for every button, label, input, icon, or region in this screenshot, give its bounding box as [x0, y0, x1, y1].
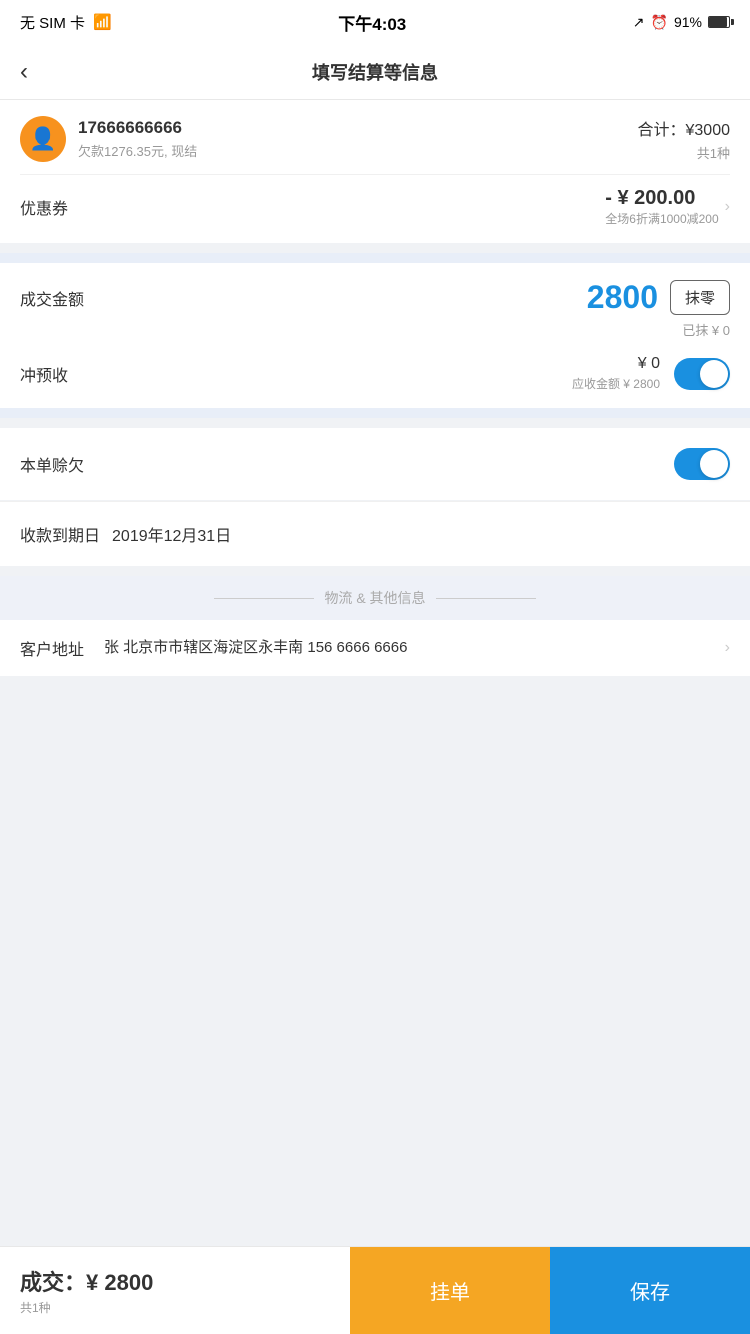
coupon-row[interactable]: 优惠券 - ¥ 200.00 全场6折满1000减200 ›: [20, 187, 730, 227]
debt-label: 本单赊欠: [20, 452, 84, 476]
amount-row: 成交金额 2800 抹零: [20, 279, 730, 316]
amount-right: 2800 抹零: [587, 279, 730, 316]
prereceive-toggle[interactable]: [674, 358, 730, 390]
battery-icon: [708, 16, 730, 28]
prereceive-row: 冲预收 ¥ 0 应收金额 ¥ 2800: [20, 355, 730, 392]
blue-separator: [0, 253, 750, 263]
bottom-bar: 成交：¥ 2800 共1种 挂单 保存: [0, 1246, 750, 1334]
customer-details: 17666666666 欠款1276.35元, 现结: [78, 118, 197, 160]
bottom-total-row: 成交：¥ 2800: [20, 1265, 330, 1297]
customer-total: 合计：¥3000 共1种: [638, 116, 731, 162]
customer-section: 👤 17666666666 欠款1276.35元, 现结 合计：¥3000 共1…: [0, 100, 750, 243]
amount-value: 2800: [587, 279, 658, 316]
logistics-text: 物流 & 其他信息: [214, 588, 535, 608]
alarm-icon: ⏰: [651, 14, 668, 31]
address-value: 张 北京市市辖区海淀区永丰南 156 6666 6666: [104, 637, 725, 660]
right-line: [436, 598, 536, 599]
debt-toggle-knob: [700, 450, 728, 478]
prereceive-amount: ¥ 0: [572, 355, 660, 373]
customer-sub: 欠款1276.35元, 现结: [78, 141, 197, 160]
bottom-total-label: 成交：: [20, 1270, 86, 1295]
prereceive-label: 冲预收: [20, 362, 68, 386]
page-title: 填写结算等信息: [312, 59, 438, 85]
prereceive-right: ¥ 0 应收金额 ¥ 2800: [572, 355, 730, 392]
coupon-desc: 全场6折满1000减200: [605, 210, 718, 227]
amount-section: 成交金额 2800 抹零 已抹 ¥ 0 冲预收 ¥ 0 应收金额 ¥ 2800: [0, 263, 750, 408]
content: 👤 17666666666 欠款1276.35元, 现结 合计：¥3000 共1…: [0, 100, 750, 896]
debt-section: 本单赊欠: [0, 428, 750, 500]
prereceive-values: ¥ 0 应收金额 ¥ 2800: [572, 355, 660, 392]
address-section[interactable]: 客户地址 张 北京市市辖区海淀区永丰南 156 6666 6666 ›: [0, 620, 750, 676]
hang-button[interactable]: 挂单: [350, 1247, 550, 1334]
status-right: ↗ ⏰ 91%: [633, 14, 730, 31]
avatar-icon: 👤: [29, 126, 56, 152]
customer-phone: 17666666666: [78, 118, 197, 138]
gray-bottom: [0, 676, 750, 796]
logistics-separator: 物流 & 其他信息: [0, 576, 750, 620]
coupon-values: - ¥ 200.00 全场6折满1000减200: [605, 187, 718, 227]
save-button[interactable]: 保存: [550, 1247, 750, 1334]
due-label: 收款到期日: [20, 522, 100, 546]
round-button[interactable]: 抹零: [670, 280, 730, 315]
amount-label: 成交金额: [20, 286, 84, 310]
wifi-icon: 📶: [93, 13, 112, 31]
status-bar: 无 SIM 卡 📶 下午4:03 ↗ ⏰ 91%: [0, 0, 750, 44]
battery-text: 91%: [674, 14, 702, 30]
logistics-label: 物流 & 其他信息: [324, 588, 425, 608]
location-icon: ↗: [633, 14, 645, 31]
due-value: 2019年12月31日: [112, 522, 231, 546]
customer-info: 👤 17666666666 欠款1276.35元, 现结: [20, 116, 197, 162]
blue-separator-2: [0, 408, 750, 418]
coupon-right: - ¥ 200.00 全场6折满1000减200 ›: [605, 187, 730, 227]
debt-toggle[interactable]: [674, 448, 730, 480]
left-line: [214, 598, 314, 599]
no-sim-text: 无 SIM 卡: [20, 12, 85, 33]
due-date-section: 收款到期日 2019年12月31日: [0, 501, 750, 566]
total-count: 共1种: [638, 143, 731, 162]
bottom-count: 共1种: [20, 1299, 330, 1316]
divider: [20, 174, 730, 175]
status-time: 下午4:03: [338, 10, 406, 35]
nav-bar: ‹ 填写结算等信息: [0, 44, 750, 100]
bottom-summary: 成交：¥ 2800 共1种: [0, 1265, 350, 1316]
customer-row: 👤 17666666666 欠款1276.35元, 现结 合计：¥3000 共1…: [20, 116, 730, 162]
address-label: 客户地址: [20, 636, 84, 660]
total-amount: 合计：¥3000: [638, 116, 731, 140]
toggle-knob: [700, 360, 728, 388]
bottom-total-amount: ¥ 2800: [86, 1270, 153, 1295]
prereceive-sub: 应收金额 ¥ 2800: [572, 375, 660, 392]
coupon-label: 优惠券: [20, 195, 68, 219]
status-left: 无 SIM 卡 📶: [20, 12, 112, 33]
coupon-discount: - ¥ 200.00: [605, 187, 718, 210]
chevron-right-icon: ›: [725, 198, 730, 216]
avatar: 👤: [20, 116, 66, 162]
address-chevron-icon: ›: [725, 639, 730, 657]
amount-sub: 已抹 ¥ 0: [20, 320, 730, 339]
back-button[interactable]: ‹: [20, 58, 28, 86]
